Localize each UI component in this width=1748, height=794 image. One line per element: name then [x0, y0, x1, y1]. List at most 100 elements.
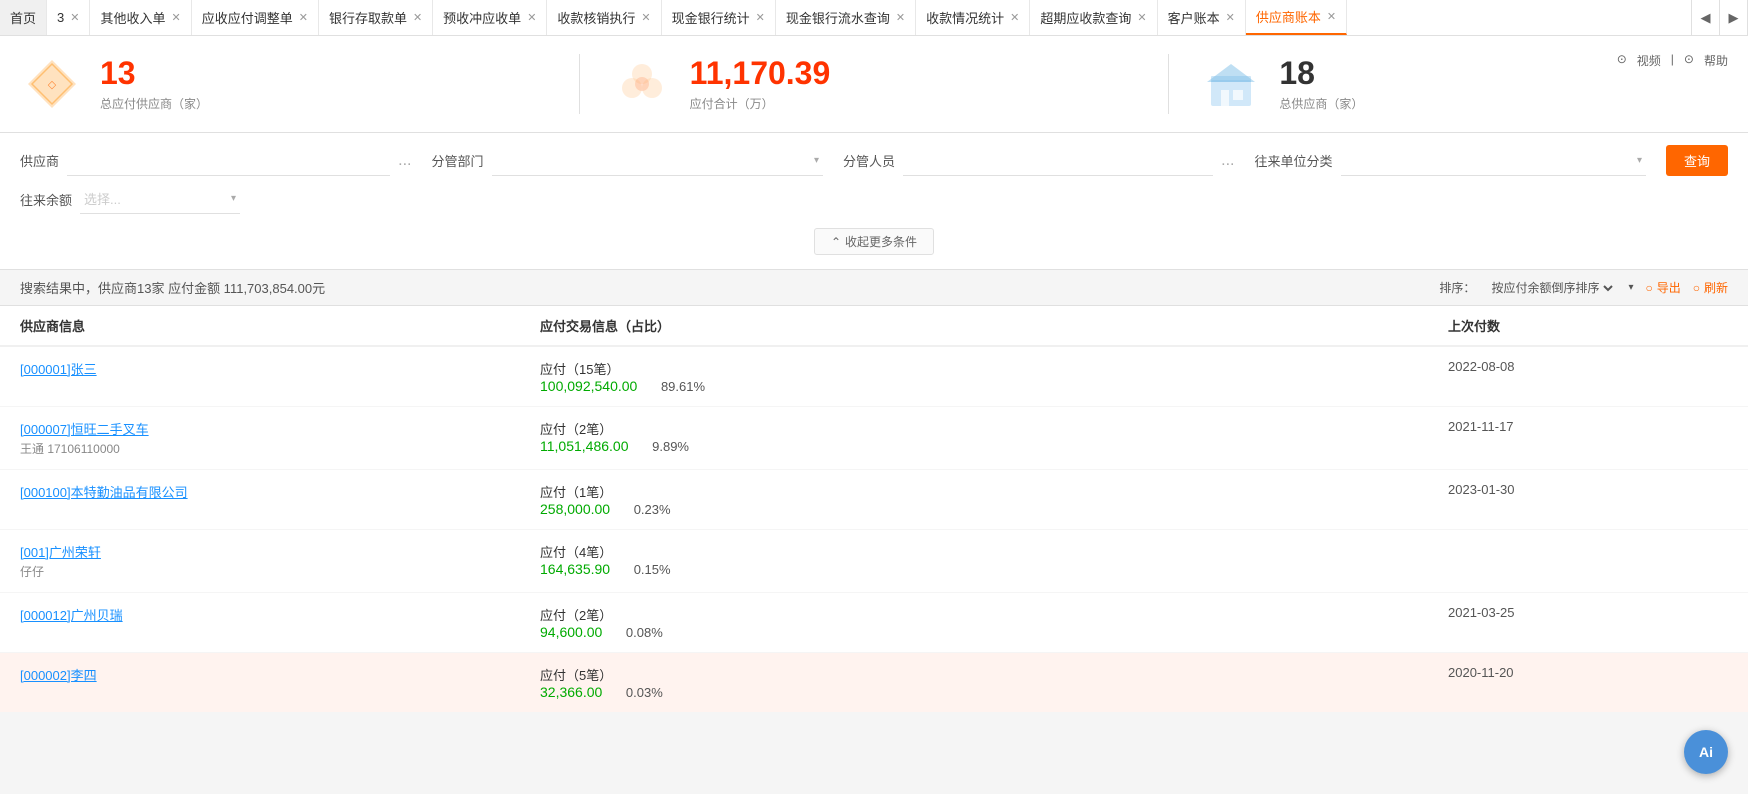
transaction-label: 应付（15笔） — [540, 359, 1448, 378]
balance-dropdown[interactable]: 选择... ▾ — [80, 184, 240, 214]
nav-left-arrow[interactable]: ◀ — [1692, 0, 1720, 36]
close-icon[interactable]: ✕ — [171, 11, 180, 24]
supplier-link[interactable]: [000002]李四 — [20, 665, 540, 684]
total-ap-number: 11,170.39 — [690, 56, 831, 91]
transaction-amount-row: 258,000.00 0.23% — [540, 501, 1448, 517]
transaction-pct: 0.03% — [626, 685, 663, 700]
person-label: 分管人员 — [843, 151, 895, 170]
nav-ap-adjustment-label: 应收应付调整单 — [202, 8, 293, 27]
nav-customer-ledger[interactable]: 客户账本 ✕ — [1158, 0, 1246, 35]
chevron-down-icon: ▾ — [1628, 282, 1633, 293]
nav-cash-bank-stats[interactable]: 现金银行统计 ✕ — [662, 0, 776, 35]
transaction-label: 应付（5笔） — [540, 665, 1448, 684]
ai-badge-label: Ai — [1699, 744, 1713, 760]
nav-ap-adjustment[interactable]: 应收应付调整单 ✕ — [192, 0, 319, 35]
export-button[interactable]: ○ 导出 — [1645, 279, 1680, 296]
query-button[interactable]: 查询 — [1666, 145, 1728, 176]
nav-supplier-ledger-label: 供应商账本 — [1256, 7, 1321, 26]
help-link[interactable]: 帮助 — [1704, 52, 1728, 69]
close-icon[interactable]: ✕ — [527, 11, 536, 24]
video-link[interactable]: 视频 — [1637, 52, 1661, 69]
close-icon[interactable]: ✕ — [641, 11, 650, 24]
transaction-amount-row: 32,366.00 0.03% — [540, 684, 1448, 700]
nav-cash-bank-flow-label: 现金银行流水查询 — [786, 8, 890, 27]
filter-balance: 往来余额 选择... ▾ — [20, 184, 240, 214]
close-icon[interactable]: ✕ — [1327, 10, 1336, 23]
transaction-pct: 0.23% — [634, 502, 671, 517]
transaction-amount: 32,366.00 — [540, 684, 602, 700]
nav-bank-deposit[interactable]: 银行存取款单 ✕ — [319, 0, 433, 35]
store-icon — [1199, 52, 1263, 116]
collapse-button[interactable]: ⌃ 收起更多条件 — [814, 228, 934, 255]
supplier-ellipsis[interactable]: ... — [398, 152, 411, 170]
supplier-link[interactable]: [000007]恒旺二手叉车 — [20, 419, 540, 438]
dept-dropdown[interactable]: ▾ — [492, 146, 823, 176]
nav-tab-3[interactable]: 3 ✕ — [47, 0, 90, 35]
supplier-label: 供应商 — [20, 151, 59, 170]
close-icon[interactable]: ✕ — [896, 11, 905, 24]
close-icon[interactable]: ✕ — [299, 11, 308, 24]
nav-supplier-ledger[interactable]: 供应商账本 ✕ — [1246, 0, 1347, 35]
transaction-amount: 164,635.90 — [540, 561, 610, 577]
table-row[interactable]: [000012]广州贝瑞 应付（2笔） 94,600.00 0.08% 2021… — [0, 593, 1748, 653]
nav-overdue-ar-label: 超期应收款查询 — [1040, 8, 1131, 27]
person-ellipsis[interactable]: ... — [1221, 152, 1234, 170]
close-icon[interactable]: ✕ — [70, 11, 79, 24]
supplier-link[interactable]: [000100]本特勤油品有限公司 — [20, 482, 540, 501]
total-suppliers-label: 总供应商（家） — [1279, 95, 1363, 112]
filter-area: 供应商 ... 分管部门 ▾ 分管人员 ... 往来单位分类 ▾ 查询 — [0, 133, 1748, 270]
table-row[interactable]: [001]广州荣轩 仔仔 应付（4笔） 164,635.90 0.15% — [0, 530, 1748, 593]
last-payment: 2021-03-25 — [1448, 605, 1515, 620]
supplier-link[interactable]: [001]广州荣轩 — [20, 542, 540, 561]
transaction-cell: 应付（2笔） 11,051,486.00 9.89% — [540, 419, 1448, 454]
supplier-info-cell: [000012]广州贝瑞 — [20, 605, 540, 624]
balance-placeholder: 选择... — [80, 189, 231, 208]
summary-divider-1 — [579, 54, 580, 114]
nav-right-arrow[interactable]: ▶ — [1720, 0, 1748, 36]
category-dropdown[interactable]: ▾ — [1341, 146, 1646, 176]
balance-label: 往来余额 — [20, 190, 72, 209]
collapse-label: 收起更多条件 — [845, 233, 917, 250]
table-row[interactable]: [000007]恒旺二手叉车 王通 17106110000 应付（2笔） 11,… — [0, 407, 1748, 470]
ai-badge[interactable]: Ai — [1684, 730, 1728, 774]
filter-row-1: 供应商 ... 分管部门 ▾ 分管人员 ... 往来单位分类 ▾ 查询 — [20, 145, 1728, 176]
sort-select[interactable]: 按应付余额倒序排序 — [1487, 280, 1616, 296]
nav-other-income[interactable]: 其他收入单 ✕ — [90, 0, 191, 35]
person-input[interactable] — [903, 146, 1213, 176]
table-row[interactable]: [000100]本特勤油品有限公司 应付（1笔） 258,000.00 0.23… — [0, 470, 1748, 530]
supplier-info-cell: [000001]张三 — [20, 359, 540, 378]
collapse-bar: ⌃ 收起更多条件 — [20, 222, 1728, 261]
refresh-button[interactable]: ○ 刷新 — [1693, 279, 1728, 296]
last-payment-cell: 2021-03-25 — [1448, 605, 1728, 620]
nav-collection-exec[interactable]: 收款核销执行 ✕ — [547, 0, 661, 35]
help-icon: ⊙ — [1684, 52, 1694, 69]
transaction-cell: 应付（2笔） 94,600.00 0.08% — [540, 605, 1448, 640]
table-header: 供应商信息 应付交易信息（占比） 上次付数 — [0, 306, 1748, 347]
filter-dept: 分管部门 ▾ — [432, 146, 824, 176]
nav-cash-bank-flow[interactable]: 现金银行流水查询 ✕ — [776, 0, 916, 35]
category-chevron-down-icon: ▾ — [1637, 155, 1646, 166]
table-row[interactable]: [000001]张三 应付（15笔） 100,092,540.00 89.61%… — [0, 347, 1748, 407]
last-payment: 2020-11-20 — [1448, 665, 1514, 680]
nav-overdue-ar[interactable]: 超期应收款查询 ✕ — [1030, 0, 1157, 35]
nav-home[interactable]: 首页 — [0, 0, 47, 35]
transaction-pct: 0.08% — [626, 625, 663, 640]
close-icon[interactable]: ✕ — [413, 11, 422, 24]
nav-prepayment-label: 预收冲应收单 — [443, 8, 521, 27]
nav-tab-3-label: 3 — [57, 10, 64, 25]
close-icon[interactable]: ✕ — [1226, 11, 1235, 24]
total-suppliers-number: 18 — [1279, 56, 1363, 91]
last-payment: 2021-11-17 — [1448, 419, 1514, 434]
table-row[interactable]: [000002]李四 应付（5笔） 32,366.00 0.03% 2020-1… — [0, 653, 1748, 713]
transaction-cell: 应付（15笔） 100,092,540.00 89.61% — [540, 359, 1448, 394]
supplier-input[interactable] — [67, 146, 390, 176]
nav-collection-stats[interactable]: 收款情况统计 ✕ — [916, 0, 1030, 35]
supplier-link[interactable]: [000012]广州贝瑞 — [20, 605, 540, 624]
ap-suppliers-number: 13 — [100, 56, 208, 91]
nav-prepayment[interactable]: 预收冲应收单 ✕ — [433, 0, 547, 35]
close-icon[interactable]: ✕ — [1010, 11, 1019, 24]
supplier-link[interactable]: [000001]张三 — [20, 359, 540, 378]
close-icon[interactable]: ✕ — [756, 11, 765, 24]
close-icon[interactable]: ✕ — [1137, 11, 1146, 24]
filter-category: 往来单位分类 ▾ — [1255, 146, 1647, 176]
